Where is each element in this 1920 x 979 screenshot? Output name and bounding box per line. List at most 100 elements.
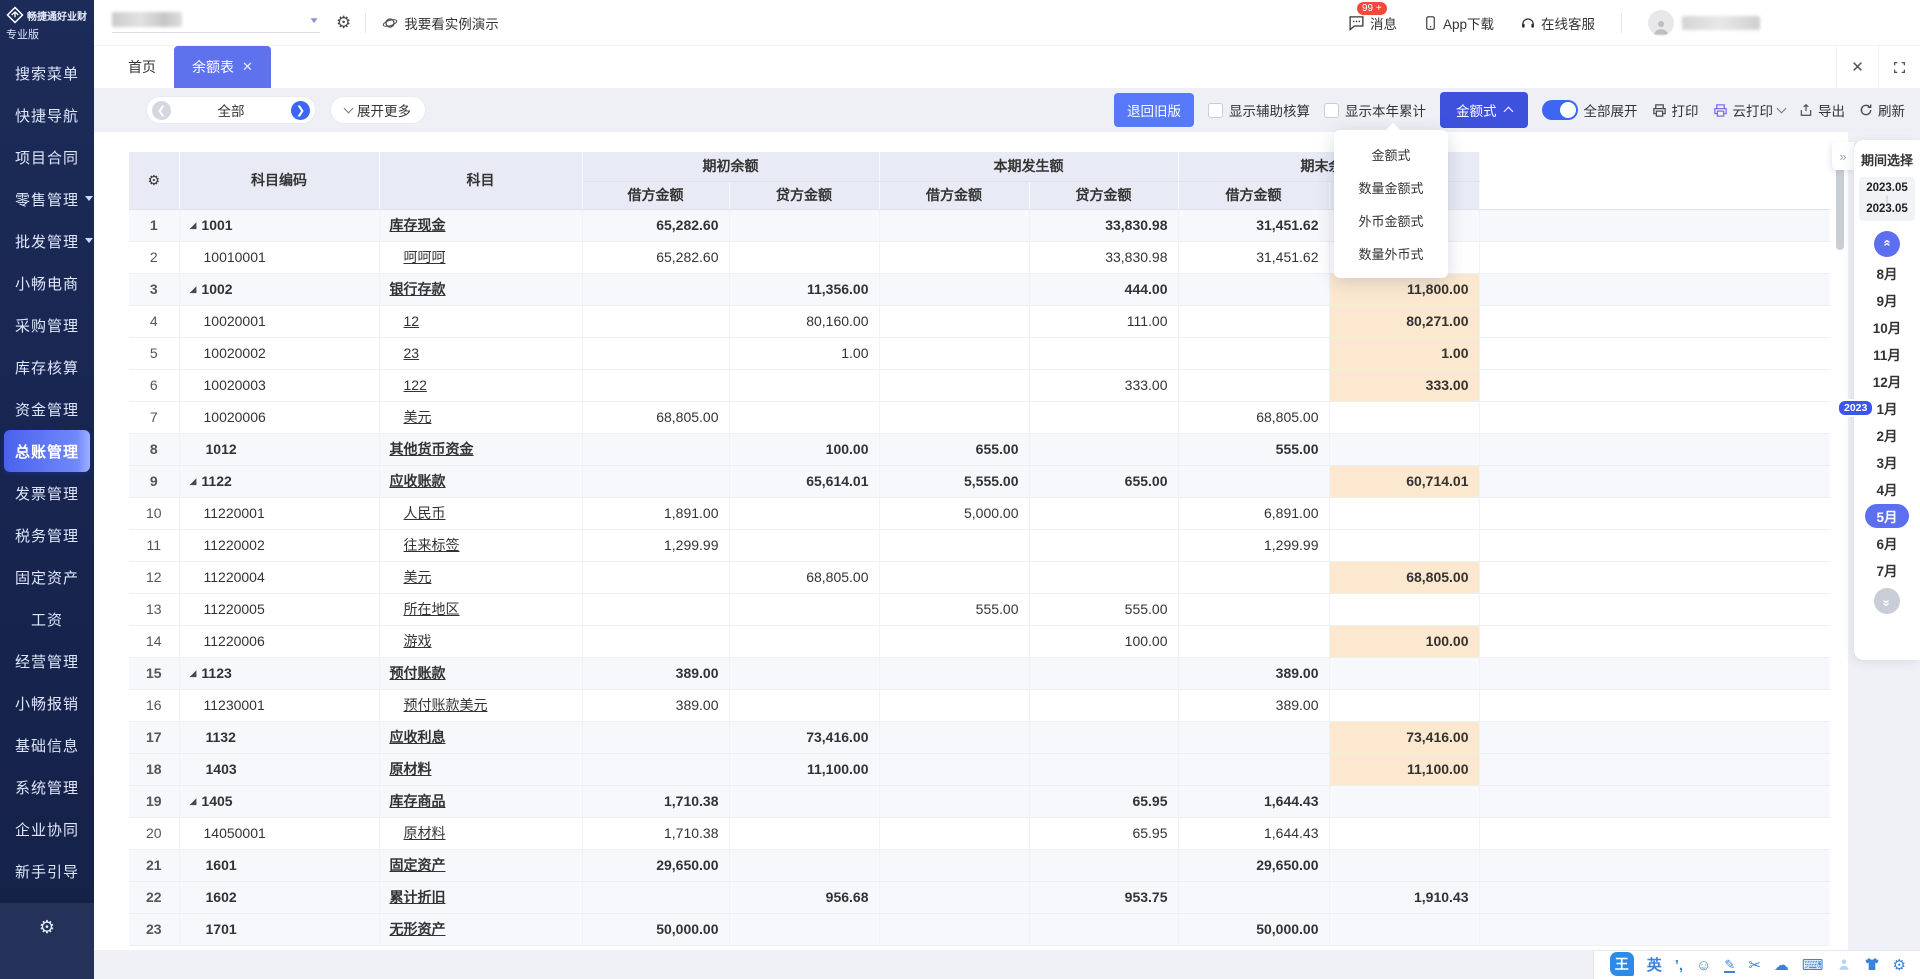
panel-collapse-button[interactable]: » (1832, 142, 1854, 170)
sidebar-item-工资[interactable]: 工资 (0, 598, 94, 640)
account-name-link[interactable]: 原材料 (404, 825, 446, 841)
table-row[interactable]: 10 11220001 人民币 1,891.00 5,000.00 6,891.00 (129, 497, 1830, 530)
month-item-4月[interactable]: 4月 (1865, 477, 1909, 501)
account-name-link[interactable]: 12 (404, 313, 420, 329)
table-row[interactable]: 20 14050001 原材料 1,710.38 65.95 1,644.43 (129, 817, 1830, 850)
account-name-link[interactable]: 库存现金 (390, 217, 446, 233)
style-menu-item-外币金额式[interactable]: 外币金额式 (1334, 204, 1448, 237)
tab-balance-sheet[interactable]: 余额表 ✕ (174, 46, 271, 88)
sidebar-item-批发管理[interactable]: 批发管理 (0, 220, 94, 262)
table-row[interactable]: 5 10020002 23 1.00 1.00 (129, 337, 1830, 370)
sidebar-item-项目合同[interactable]: 项目合同 (0, 136, 94, 178)
ime-settings-icon[interactable]: ⚙ (1893, 958, 1906, 973)
sidebar-item-库存核算[interactable]: 库存核算 (0, 346, 94, 388)
table-row[interactable]: 1 ◢ 1001 库存现金 65,282.60 33,830.98 31,451.62 (129, 209, 1830, 242)
account-name-link[interactable]: 应收利息 (390, 729, 446, 745)
table-row[interactable]: 15 ◢ 1123 预付账款 389.00 389.00 (129, 657, 1830, 690)
sidebar-item-发票管理[interactable]: 发票管理 (0, 472, 94, 514)
expand-all-toggle[interactable]: 全部展开 (1541, 100, 1638, 120)
next-chevron-icon[interactable]: ❯ (291, 100, 310, 120)
month-item-9月[interactable]: 9月 (1865, 288, 1909, 312)
account-name-link[interactable]: 预付账款 (390, 665, 446, 681)
table-row[interactable]: 19 ◢ 1405 库存商品 1,710.38 65.95 1,644.43 (129, 785, 1830, 818)
month-item-12月[interactable]: 12月 (1865, 369, 1909, 393)
sidebar-item-小畅报销[interactable]: 小畅报销 (0, 682, 94, 724)
scroll-months-up-button[interactable]: » (1874, 231, 1900, 257)
account-name-link[interactable]: 银行存款 (390, 281, 446, 297)
scroll-months-down-button[interactable]: » (1874, 588, 1900, 614)
month-item-11月[interactable]: 11月 (1865, 342, 1909, 366)
settings-gear-icon[interactable]: ⚙ (336, 13, 351, 33)
table-row[interactable]: 2 10010001 呵呵呵 65,282.60 33,830.98 31,451.62 (129, 241, 1830, 274)
table-row[interactable]: 18 1403 原材料 11,100.00 11,100.00 (129, 753, 1830, 786)
table-row[interactable]: 4 10020001 12 80,160.00 111.00 80,271.00 (129, 305, 1830, 338)
ime-clipboard-icon[interactable]: ✂ (1748, 958, 1761, 973)
account-name-link[interactable]: 呵呵呵 (404, 249, 446, 265)
show-aux-checkbox[interactable]: 显示辅助核算 (1208, 100, 1310, 120)
company-selector[interactable]: ▼ (112, 12, 320, 33)
fullscreen-icon[interactable] (1878, 46, 1920, 88)
table-row[interactable]: 9 ◢ 1122 应收账款 65,614.01 5,555.00 655.00 60,714.… (129, 465, 1830, 498)
sidebar-item-零售管理[interactable]: 零售管理 (0, 178, 94, 220)
account-name-link[interactable]: 美元 (404, 569, 432, 585)
account-name-link[interactable]: 原材料 (390, 761, 432, 777)
style-menu-item-金额式[interactable]: 金额式 (1334, 138, 1448, 171)
sidebar-item-基础信息[interactable]: 基础信息 (0, 724, 94, 766)
month-item-3月[interactable]: 3月 (1865, 450, 1909, 474)
account-name-link[interactable]: 库存商品 (390, 793, 446, 809)
sidebar-item-采购管理[interactable]: 采购管理 (0, 304, 94, 346)
table-row[interactable]: 8 1012 其他货币资金 100.00 655.00 555.00 (129, 433, 1830, 466)
messages-button[interactable]: 99 + 消息 (1348, 1, 1397, 33)
print-button[interactable]: 打印 (1652, 100, 1699, 120)
account-name-link[interactable]: 预付账款美元 (404, 697, 488, 713)
month-item-8月[interactable]: 8月 (1865, 261, 1909, 285)
back-to-old-version-button[interactable]: 退回旧版 (1114, 93, 1194, 127)
scope-selector[interactable]: ❮ 全部 ❯ (146, 96, 316, 124)
prev-chevron-icon[interactable]: ❮ (152, 100, 171, 120)
expand-triangle-icon[interactable]: ◢ (190, 668, 197, 678)
month-item-6月[interactable]: 6月 (1865, 531, 1909, 555)
column-settings-gear-icon[interactable]: ⚙ (129, 152, 180, 210)
table-row[interactable]: 7 10020006 美元 68,805.00 68,805.00 (129, 401, 1830, 434)
month-item-5月[interactable]: 5月 (1865, 504, 1909, 528)
sidebar-item-搜索菜单[interactable]: 搜索菜单 (0, 52, 94, 94)
month-item-7月[interactable]: 7月 (1865, 558, 1909, 582)
export-button[interactable]: 导出 (1799, 100, 1845, 120)
table-row[interactable]: 12 11220004 美元 68,805.00 68,805.00 (129, 561, 1830, 594)
ime-logo[interactable]: 王 (1609, 951, 1634, 976)
sidebar-item-新手引导[interactable]: 新手引导 (0, 850, 94, 892)
account-name-link[interactable]: 23 (404, 345, 420, 361)
sidebar-item-快捷导航[interactable]: 快捷导航 (0, 94, 94, 136)
table-row[interactable]: 14 11220006 游戏 100.00 100.00 (129, 625, 1830, 658)
toggle-switch[interactable] (1541, 100, 1578, 120)
table-row[interactable]: 6 10020003 122 333.00 333.00 (129, 369, 1830, 402)
table-row[interactable]: 23 1701 无形资产 50,000.00 50,000.00 (129, 913, 1830, 946)
close-icon[interactable]: ✕ (1836, 46, 1878, 88)
expand-triangle-icon[interactable]: ◢ (190, 796, 197, 806)
ime-punctuation-icon[interactable]: ’, (1675, 958, 1683, 973)
account-name-link[interactable]: 无形资产 (390, 921, 446, 937)
month-item-10月[interactable]: 10月 (1865, 315, 1909, 339)
sidebar-item-企业协同[interactable]: 企业协同 (0, 808, 94, 850)
tab-home[interactable]: 首页 (110, 46, 174, 88)
style-menu-item-数量金额式[interactable]: 数量金额式 (1334, 171, 1448, 204)
amount-style-dropdown-button[interactable]: 金额式 (1440, 92, 1528, 128)
demo-link[interactable]: 我要看实例演示 (382, 13, 499, 33)
month-item-2月[interactable]: 2月 (1865, 423, 1909, 447)
ime-keyboard-icon[interactable]: ⌨ (1802, 958, 1824, 973)
table-row[interactable]: 16 11230001 预付账款美元 389.00 389.00 (129, 689, 1830, 722)
account-name-link[interactable]: 其他货币资金 (390, 441, 474, 457)
ime-handwriting-icon[interactable]: ✎ (1724, 958, 1736, 973)
sidebar-item-经营管理[interactable]: 经营管理 (0, 640, 94, 682)
table-row[interactable]: 22 1602 累计折旧 956.68 953.75 1,910.43 (129, 881, 1830, 914)
support-button[interactable]: 在线客服 (1520, 13, 1595, 33)
sidebar-item-系统管理[interactable]: 系统管理 (0, 766, 94, 808)
ime-language-mode[interactable]: 英 (1647, 958, 1662, 973)
expand-triangle-icon[interactable]: ◢ (190, 220, 197, 230)
account-name-link[interactable]: 往来标签 (404, 537, 460, 553)
sidebar-item-税务管理[interactable]: 税务管理 (0, 514, 94, 556)
table-row[interactable]: 11 11220002 往来标签 1,299.99 1,299.99 (129, 529, 1830, 562)
expand-more-button[interactable]: 展开更多 (330, 96, 426, 124)
account-name-link[interactable]: 122 (404, 377, 427, 393)
ime-cloud-icon[interactable]: ☁ (1774, 958, 1789, 973)
